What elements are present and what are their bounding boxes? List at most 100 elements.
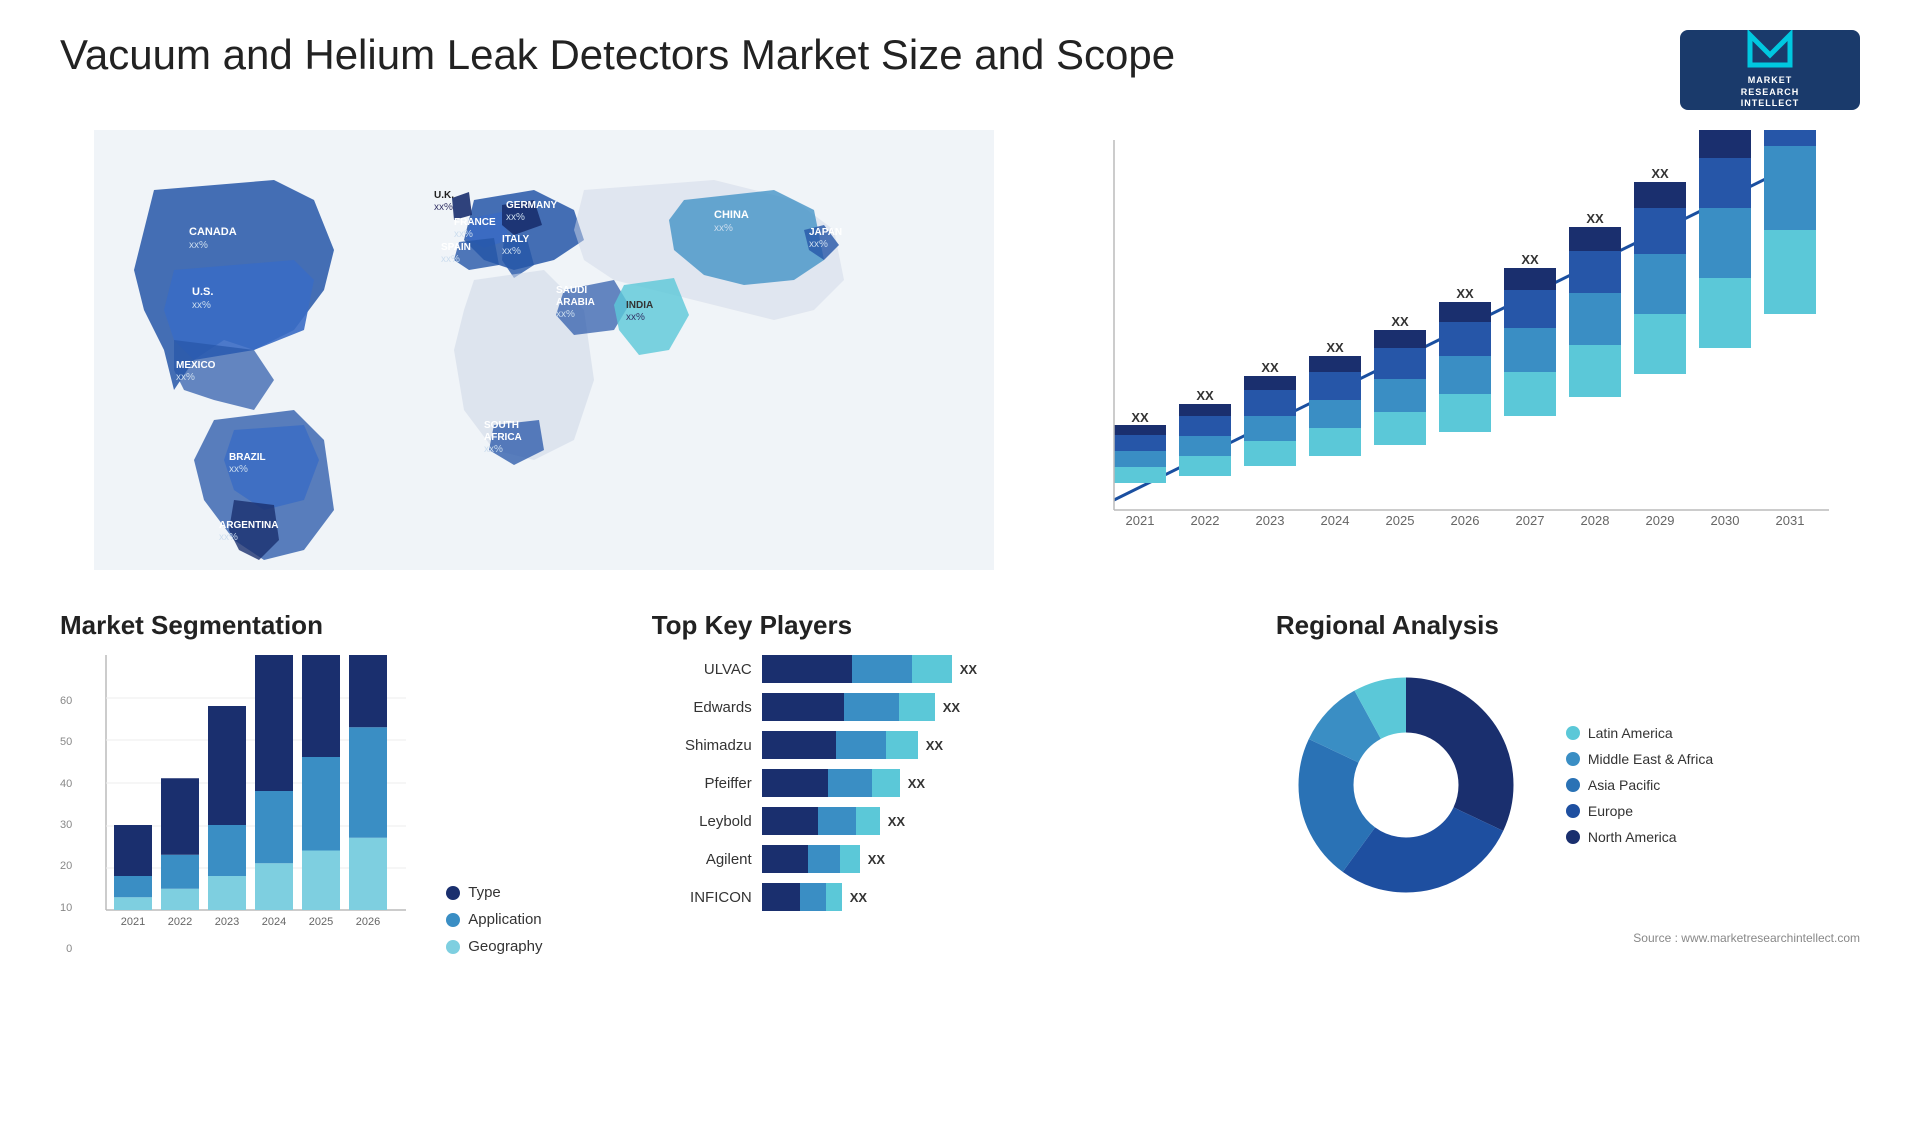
svg-text:xx%: xx% [192, 300, 211, 311]
player-row-agilent: Agilent XX [652, 845, 1236, 873]
reg-label-latin-america: Latin America [1588, 725, 1673, 741]
player-name-shimadzu: Shimadzu [652, 737, 752, 754]
svg-text:2025: 2025 [1386, 513, 1415, 528]
svg-text:xx%: xx% [809, 239, 828, 250]
legend-item-application: Application [446, 911, 542, 928]
svg-text:xx%: xx% [502, 246, 521, 257]
seg-chart-svg: 2021 2022 [96, 655, 416, 955]
top-section: CANADA xx% U.S. xx% MEXICO xx% BRAZIL xx… [60, 130, 1860, 570]
player-label: XX [943, 700, 960, 715]
legend-label-type: Type [468, 884, 501, 901]
svg-text:BRAZIL: BRAZIL [229, 452, 266, 463]
reg-dot-latin-america [1566, 726, 1580, 740]
svg-text:2026: 2026 [1451, 513, 1480, 528]
player-label: XX [850, 890, 867, 905]
page-title: Vacuum and Helium Leak Detectors Market … [60, 30, 1175, 80]
segmentation-section: Market Segmentation 60 50 40 30 20 10 0 [60, 610, 612, 955]
svg-text:xx%: xx% [189, 240, 208, 251]
svg-text:JAPAN: JAPAN [809, 227, 842, 238]
player-row-edwards: Edwards XX [652, 693, 1236, 721]
reg-legend-north-america: North America [1566, 829, 1713, 845]
player-label: XX [926, 738, 943, 753]
svg-text:INDIA: INDIA [626, 300, 653, 311]
svg-text:xx%: xx% [454, 229, 473, 240]
player-bar-stack [762, 883, 842, 911]
reg-legend-latin-america: Latin America [1566, 725, 1713, 741]
player-bar-stack [762, 693, 935, 721]
regional-donut-chart [1276, 655, 1536, 915]
header: Vacuum and Helium Leak Detectors Market … [60, 30, 1860, 110]
svg-text:2022: 2022 [1191, 513, 1220, 528]
player-bar-stack [762, 769, 900, 797]
svg-text:MEXICO: MEXICO [176, 360, 216, 371]
player-bar-stack [762, 845, 860, 873]
svg-text:XX: XX [1586, 211, 1604, 226]
player-row-shimadzu: Shimadzu XX [652, 731, 1236, 759]
player-name-agilent: Agilent [652, 851, 752, 868]
player-bar-seg3 [826, 883, 842, 911]
seg-y-labels: 60 50 40 30 20 10 0 [60, 695, 76, 955]
player-bar-seg1 [762, 655, 852, 683]
player-name-inficon: INFICON [652, 889, 752, 906]
svg-text:SPAIN: SPAIN [441, 242, 471, 253]
player-name-leybold: Leybold [652, 813, 752, 830]
player-bar-seg2 [828, 769, 872, 797]
player-name-edwards: Edwards [652, 699, 752, 716]
player-bar-shimadzu: XX [762, 731, 1236, 759]
logo-text: MARKET RESEARCH INTELLECT [1741, 75, 1800, 110]
player-label: XX [908, 776, 925, 791]
player-bar-seg2 [800, 883, 826, 911]
player-bar-seg3 [840, 845, 860, 873]
player-row-ulvac: ULVAC XX [652, 655, 1236, 683]
svg-text:2023: 2023 [1256, 513, 1285, 528]
seg-chart-wrapper: 60 50 40 30 20 10 0 [60, 655, 612, 955]
svg-text:SOUTH: SOUTH [484, 420, 519, 431]
player-bar-seg2 [836, 731, 886, 759]
svg-text:2022: 2022 [168, 916, 192, 928]
reg-dot-middle-east [1566, 752, 1580, 766]
logo-box: MARKET RESEARCH INTELLECT [1680, 30, 1860, 110]
svg-text:XX: XX [1521, 252, 1539, 267]
svg-text:XX: XX [1456, 286, 1474, 301]
reg-legend-asia-pacific: Asia Pacific [1566, 777, 1713, 793]
svg-text:XX: XX [1391, 314, 1409, 329]
regional-legend: Latin America Middle East & Africa Asia … [1566, 725, 1713, 845]
svg-text:2029: 2029 [1646, 513, 1675, 528]
reg-legend-middle-east: Middle East & Africa [1566, 751, 1713, 767]
world-map: CANADA xx% U.S. xx% MEXICO xx% BRAZIL xx… [60, 130, 1028, 570]
player-bar-seg2 [844, 693, 899, 721]
svg-text:U.K.: U.K. [434, 190, 454, 201]
svg-text:XX: XX [1651, 166, 1669, 181]
svg-text:xx%: xx% [714, 223, 733, 234]
player-bar-seg2 [818, 807, 856, 835]
svg-text:xx%: xx% [626, 312, 645, 323]
legend-dot-geography [446, 940, 460, 954]
reg-legend-europe: Europe [1566, 803, 1713, 819]
player-row-inficon: INFICON XX [652, 883, 1236, 911]
svg-text:xx%: xx% [176, 372, 195, 383]
player-bar-seg3 [886, 731, 918, 759]
player-label: XX [888, 814, 905, 829]
player-bar-inficon: XX [762, 883, 1236, 911]
svg-text:GERMANY: GERMANY [506, 200, 557, 211]
player-bar-seg3 [856, 807, 880, 835]
player-bar-seg2 [808, 845, 840, 873]
reg-label-middle-east: Middle East & Africa [1588, 751, 1713, 767]
svg-text:ITALY: ITALY [502, 234, 530, 245]
legend-label-geography: Geography [468, 938, 542, 955]
legend-item-type: Type [446, 884, 542, 901]
legend-dot-type [446, 886, 460, 900]
svg-text:CHINA: CHINA [714, 209, 749, 221]
player-name-pfeiffer: Pfeiffer [652, 775, 752, 792]
player-bar-seg2 [852, 655, 912, 683]
growth-chart: XX 2021 XX 2022 [1068, 130, 1860, 570]
players-title: Top Key Players [652, 610, 1236, 641]
growth-chart-svg: XX 2021 XX 2022 [1068, 130, 1860, 550]
svg-text:XX: XX [1131, 410, 1149, 425]
player-bar-stack [762, 731, 918, 759]
svg-text:xx%: xx% [506, 212, 525, 223]
svg-text:2030: 2030 [1711, 513, 1740, 528]
svg-text:XX: XX [1196, 388, 1214, 403]
source-text: Source : www.marketresearchintellect.com [1276, 931, 1860, 945]
svg-text:2024: 2024 [1321, 513, 1350, 528]
